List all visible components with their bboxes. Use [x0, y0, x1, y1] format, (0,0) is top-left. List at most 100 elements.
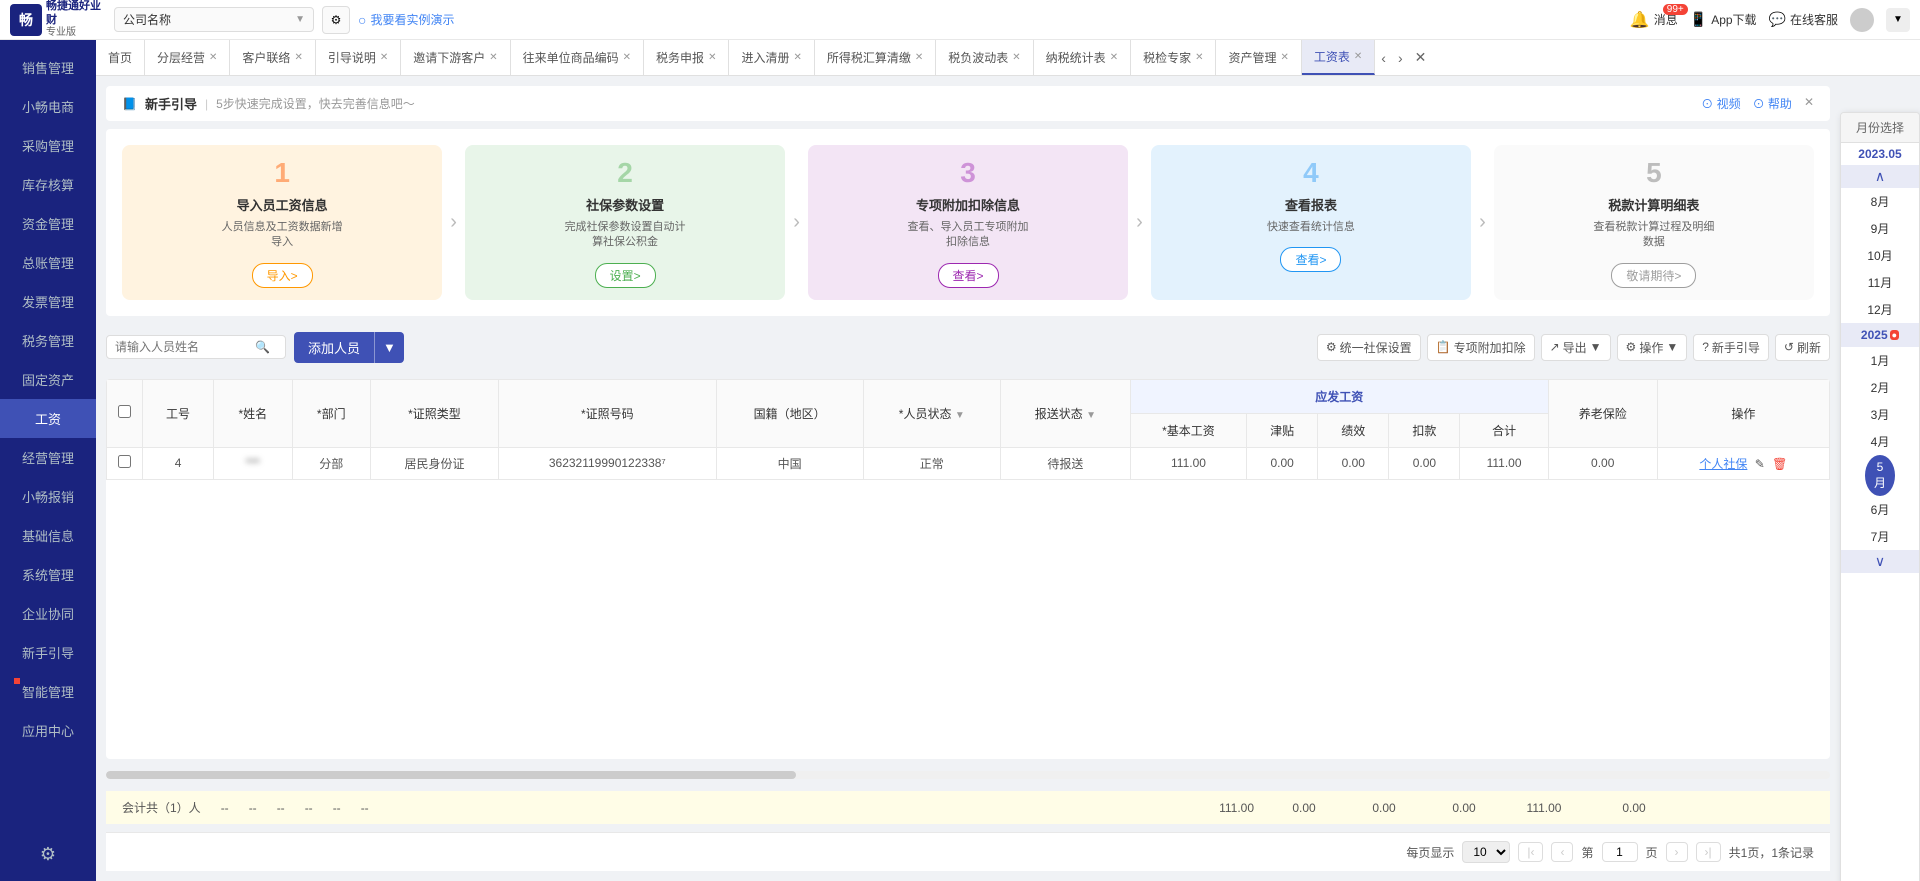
- sidebar-item-invoice[interactable]: 发票管理: [0, 282, 96, 321]
- special-deduct-btn[interactable]: 📋 专项附加扣除: [1427, 334, 1535, 361]
- month-panel-up-btn[interactable]: ∧: [1841, 165, 1919, 188]
- month-item-5[interactable]: 5月: [1865, 455, 1895, 496]
- sidebar-item-capital[interactable]: 资金管理: [0, 204, 96, 243]
- month-item-1[interactable]: 1月: [1841, 347, 1919, 374]
- month-item-7[interactable]: 7月: [1841, 523, 1919, 550]
- sidebar-item-basic[interactable]: 基础信息: [0, 516, 96, 555]
- sidebar-item-salary[interactable]: 工资: [0, 399, 96, 438]
- per-page-select[interactable]: 10 20 50: [1462, 841, 1510, 863]
- tab-salary[interactable]: 工资表 ✕: [1302, 40, 1375, 75]
- month-item-2[interactable]: 2月: [1841, 374, 1919, 401]
- step-5-btn[interactable]: 敬请期待>: [1611, 263, 1696, 288]
- tab-close-all-btn[interactable]: ✕: [1409, 40, 1433, 75]
- search-icon[interactable]: 🔍: [255, 340, 270, 354]
- sidebar-item-operation[interactable]: 经营管理: [0, 438, 96, 477]
- settings-icon[interactable]: ⚙: [322, 6, 350, 34]
- search-input[interactable]: [115, 340, 255, 354]
- page-prev-btn[interactable]: ‹: [1551, 842, 1573, 862]
- social-settings-btn[interactable]: ⚙ 统一社保设置: [1317, 334, 1421, 361]
- sidebar-item-purchase[interactable]: 采购管理: [0, 126, 96, 165]
- sidebar-item-sales[interactable]: 销售管理: [0, 48, 96, 87]
- sidebar-item-enterprise[interactable]: 企业协同: [0, 594, 96, 633]
- settings-gear-icon[interactable]: ⚙: [40, 836, 56, 873]
- user-avatar[interactable]: [1850, 8, 1874, 32]
- month-item-11[interactable]: 11月: [1841, 269, 1919, 296]
- tab-customers[interactable]: 客户联络 ✕: [230, 40, 315, 75]
- sidebar-item-xiaochang[interactable]: 小畅报销: [0, 477, 96, 516]
- personal-social-btn[interactable]: 个人社保: [1699, 457, 1747, 471]
- tab-home[interactable]: 首页: [96, 40, 145, 75]
- sidebar-item-inventory[interactable]: 库存核算: [0, 165, 96, 204]
- sidebar-item-ecommerce[interactable]: 小畅电商: [0, 87, 96, 126]
- month-panel-down-btn[interactable]: ∨: [1841, 550, 1919, 573]
- page-first-btn[interactable]: |‹: [1518, 842, 1543, 862]
- guide-close-btn[interactable]: ✕: [1804, 95, 1814, 112]
- tab-clearance[interactable]: 进入清册 ✕: [729, 40, 814, 75]
- export-btn[interactable]: ↗ 导出 ▼: [1541, 334, 1611, 361]
- sidebar-item-fixed[interactable]: 固定资产: [0, 360, 96, 399]
- month-item-6[interactable]: 6月: [1841, 496, 1919, 523]
- sidebar-item-guide[interactable]: 新手引导: [0, 633, 96, 672]
- tab-tax-report[interactable]: 税务申报 ✕: [644, 40, 729, 75]
- month-item-9[interactable]: 9月: [1841, 215, 1919, 242]
- tab-prev-btn[interactable]: ‹: [1375, 40, 1392, 75]
- step-3-btn[interactable]: 查看>: [938, 263, 999, 288]
- tab-close-tax-stats[interactable]: ✕: [1110, 52, 1118, 63]
- online-service-button[interactable]: 💬 在线客服: [1769, 11, 1838, 28]
- delete-btn[interactable]: 🗑: [1772, 457, 1787, 471]
- tab-product-code[interactable]: 往来单位商品编码 ✕: [511, 40, 644, 75]
- page-next-btn[interactable]: ›: [1666, 842, 1688, 862]
- tab-close-product[interactable]: ✕: [623, 52, 631, 63]
- tab-close-asset[interactable]: ✕: [1281, 52, 1289, 63]
- step-1-btn[interactable]: 导入>: [252, 263, 313, 288]
- app-download-button[interactable]: 📱 App下载: [1690, 11, 1757, 28]
- tab-tax-expert[interactable]: 税检专家 ✕: [1131, 40, 1216, 75]
- tab-close-tax-relief[interactable]: ✕: [1012, 52, 1020, 63]
- tab-close-clearance[interactable]: ✕: [793, 52, 801, 63]
- edit-btn[interactable]: ✎: [1755, 457, 1765, 471]
- tab-tax-stats[interactable]: 纳税统计表 ✕: [1034, 40, 1131, 75]
- table-scrollbar[interactable]: [106, 771, 1830, 779]
- tab-guide[interactable]: 引导说明 ✕: [316, 40, 401, 75]
- tab-tax-relief[interactable]: 税负波动表 ✕: [936, 40, 1033, 75]
- tab-close-guide[interactable]: ✕: [380, 52, 388, 63]
- sidebar-item-tax[interactable]: 税务管理: [0, 321, 96, 360]
- user-menu-button[interactable]: ▼: [1886, 8, 1910, 32]
- new-guide-btn[interactable]: ? 新手引导: [1693, 334, 1769, 361]
- message-button[interactable]: 🔔 消息 99+: [1630, 10, 1678, 30]
- month-item-12[interactable]: 12月: [1841, 296, 1919, 323]
- row-checkbox[interactable]: [118, 455, 131, 468]
- tab-close-tax-expert[interactable]: ✕: [1195, 52, 1203, 63]
- month-item-8[interactable]: 8月: [1841, 188, 1919, 215]
- tab-layered[interactable]: 分层经营 ✕: [145, 40, 230, 75]
- tab-close-layered[interactable]: ✕: [209, 52, 217, 63]
- add-person-dropdown-btn[interactable]: ▼: [374, 332, 404, 363]
- step-4-btn[interactable]: 查看>: [1280, 247, 1341, 272]
- page-num-input[interactable]: [1602, 842, 1638, 862]
- demo-link[interactable]: ○ 我要看实例演示: [358, 11, 454, 28]
- page-last-btn[interactable]: ›|: [1696, 842, 1721, 862]
- tab-close-tax-calc[interactable]: ✕: [915, 52, 923, 63]
- add-person-button[interactable]: 添加人员: [294, 332, 374, 363]
- sidebar-item-app-center[interactable]: 应用中心: [0, 711, 96, 750]
- tab-close-customers[interactable]: ✕: [294, 52, 302, 63]
- month-item-4[interactable]: 4月: [1841, 428, 1919, 455]
- month-item-10[interactable]: 10月: [1841, 242, 1919, 269]
- tab-close-salary[interactable]: ✕: [1354, 51, 1362, 62]
- step-2-btn[interactable]: 设置>: [595, 263, 656, 288]
- company-selector[interactable]: 公司名称 ▼: [114, 7, 314, 32]
- tab-asset[interactable]: 资产管理 ✕: [1216, 40, 1301, 75]
- sidebar-item-smart[interactable]: 智能管理: [0, 672, 96, 711]
- tab-close-tax[interactable]: ✕: [708, 52, 716, 63]
- tab-invite[interactable]: 邀请下游客户 ✕: [401, 40, 510, 75]
- tab-next-btn[interactable]: ›: [1392, 40, 1409, 75]
- month-item-3[interactable]: 3月: [1841, 401, 1919, 428]
- guide-help-link[interactable]: ⊙ 帮助: [1753, 95, 1792, 112]
- sidebar-item-system[interactable]: 系统管理: [0, 555, 96, 594]
- sidebar-item-ledger[interactable]: 总账管理: [0, 243, 96, 282]
- tab-tax-calc[interactable]: 所得税汇算清缴 ✕: [815, 40, 936, 75]
- operate-btn[interactable]: ⚙ 操作 ▼: [1617, 334, 1688, 361]
- select-all-checkbox[interactable]: [118, 405, 131, 418]
- guide-video-link[interactable]: ⊙ 视频: [1701, 95, 1740, 112]
- tab-close-invite[interactable]: ✕: [489, 52, 497, 63]
